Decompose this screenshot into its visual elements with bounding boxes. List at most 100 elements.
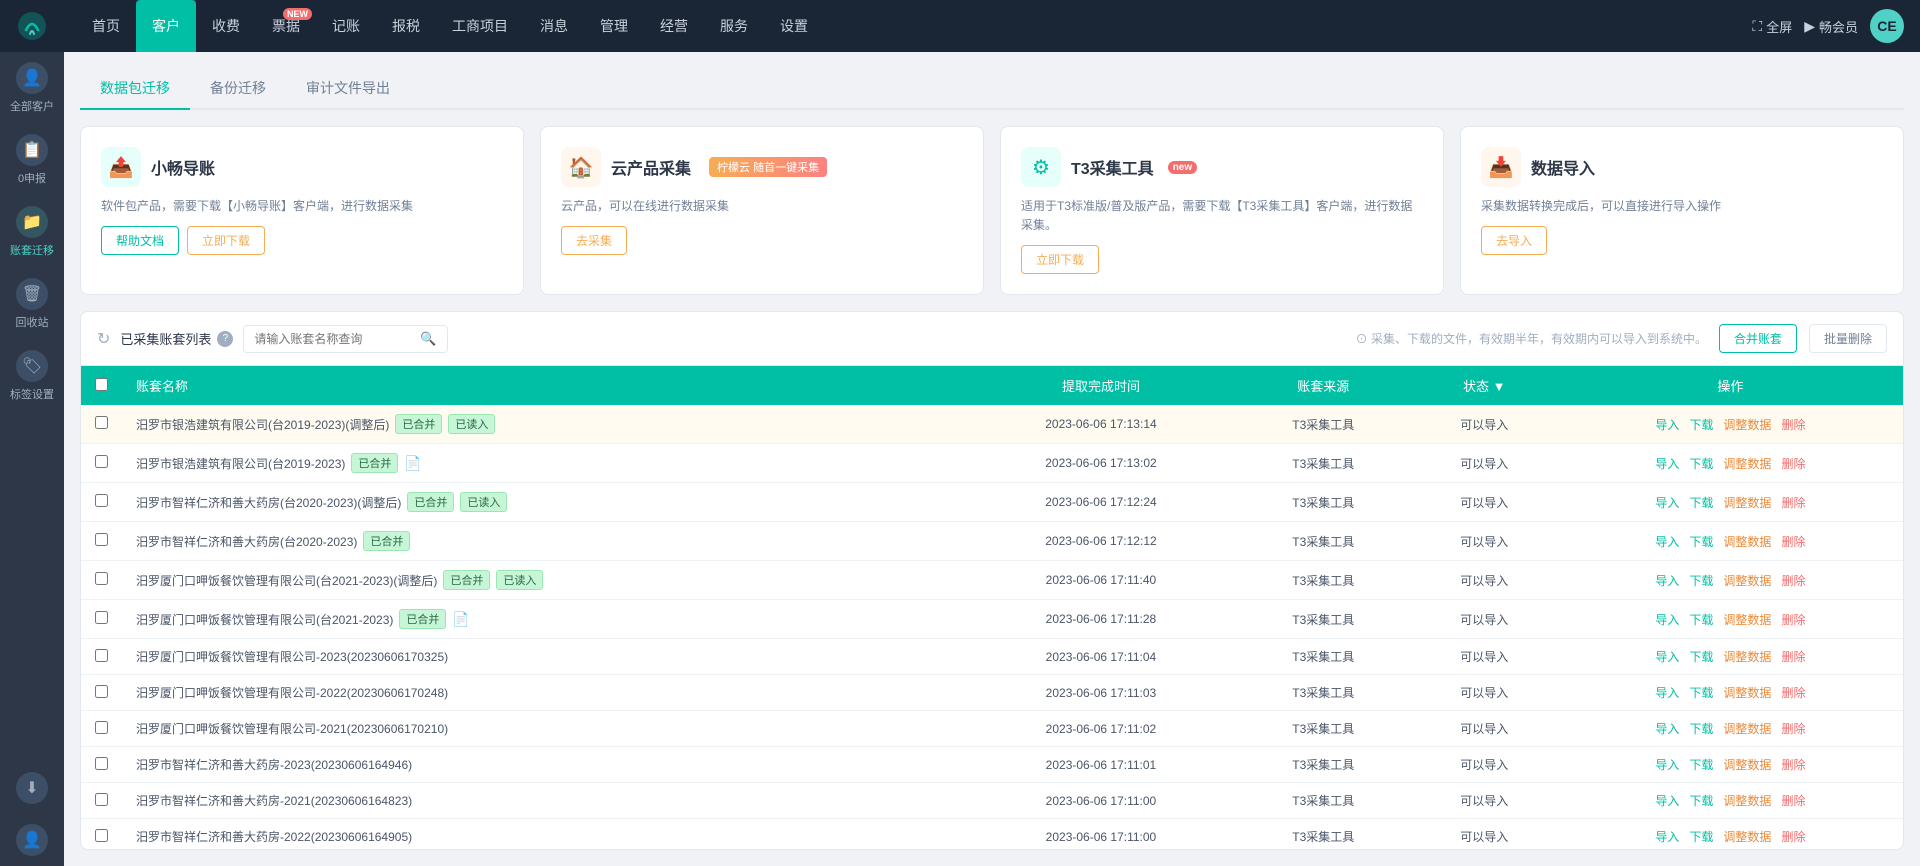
tab-audit-export[interactable]: 审计文件导出 <box>286 68 410 110</box>
row-checkbox[interactable] <box>95 416 108 429</box>
topnav-message[interactable]: 消息 <box>524 0 584 52</box>
action-导入[interactable]: 导入 <box>1655 720 1679 737</box>
action-调整数据[interactable]: 调整数据 <box>1723 611 1771 628</box>
batch-delete-btn[interactable]: 批量删除 <box>1809 324 1887 353</box>
action-下载[interactable]: 下载 <box>1689 416 1713 433</box>
topnav-settings[interactable]: 设置 <box>764 0 824 52</box>
action-删除[interactable]: 删除 <box>1781 756 1805 773</box>
download-now2-btn[interactable]: 立即下载 <box>1021 245 1099 274</box>
app-logo[interactable] <box>0 0 64 52</box>
search-icon[interactable]: 🔍 <box>420 331 436 347</box>
action-下载[interactable]: 下载 <box>1689 533 1713 550</box>
topnav-service[interactable]: 服务 <box>704 0 764 52</box>
topnav-business[interactable]: 工商项目 <box>436 0 524 52</box>
action-导入[interactable]: 导入 <box>1655 533 1679 550</box>
action-下载[interactable]: 下载 <box>1689 494 1713 511</box>
action-调整数据[interactable]: 调整数据 <box>1723 455 1771 472</box>
row-checkbox[interactable] <box>95 757 108 770</box>
topnav-management[interactable]: 管理 <box>584 0 644 52</box>
action-调整数据[interactable]: 调整数据 <box>1723 792 1771 809</box>
action-删除[interactable]: 删除 <box>1781 533 1805 550</box>
action-导入[interactable]: 导入 <box>1655 684 1679 701</box>
fullscreen-btn[interactable]: ⛶ 全屏 <box>1752 17 1792 36</box>
action-调整数据[interactable]: 调整数据 <box>1723 416 1771 433</box>
go-collect-btn[interactable]: 去采集 <box>561 226 627 255</box>
action-下载[interactable]: 下载 <box>1689 828 1713 845</box>
action-下载[interactable]: 下载 <box>1689 720 1713 737</box>
action-调整数据[interactable]: 调整数据 <box>1723 720 1771 737</box>
action-导入[interactable]: 导入 <box>1655 648 1679 665</box>
action-删除[interactable]: 删除 <box>1781 494 1805 511</box>
action-下载[interactable]: 下载 <box>1689 572 1713 589</box>
topnav-bookkeeping[interactable]: 记账 <box>316 0 376 52</box>
help-doc-btn[interactable]: 帮助文档 <box>101 226 179 255</box>
action-删除[interactable]: 删除 <box>1781 684 1805 701</box>
action-删除[interactable]: 删除 <box>1781 572 1805 589</box>
action-下载[interactable]: 下载 <box>1689 756 1713 773</box>
vip-btn[interactable]: ▶ 畅会员 <box>1804 17 1858 36</box>
row-checkbox[interactable] <box>95 721 108 734</box>
topnav-customer[interactable]: 客户 <box>136 0 196 52</box>
action-导入[interactable]: 导入 <box>1655 455 1679 472</box>
sidebar-item-download[interactable]: ⬇ <box>12 762 52 814</box>
topnav-invoice[interactable]: 票据 NEW <box>256 0 316 52</box>
col-status[interactable]: 状态 ▼ <box>1411 366 1558 405</box>
sidebar-item-user[interactable]: 👤 <box>12 814 52 866</box>
download-now1-btn[interactable]: 立即下载 <box>187 226 265 255</box>
action-删除[interactable]: 删除 <box>1781 720 1805 737</box>
action-删除[interactable]: 删除 <box>1781 416 1805 433</box>
action-下载[interactable]: 下载 <box>1689 611 1713 628</box>
avatar[interactable]: CE <box>1870 9 1904 43</box>
row-checkbox[interactable] <box>95 494 108 507</box>
user-icon: 👤 <box>16 824 48 856</box>
action-导入[interactable]: 导入 <box>1655 416 1679 433</box>
action-删除[interactable]: 删除 <box>1781 648 1805 665</box>
row-checkbox[interactable] <box>95 685 108 698</box>
action-删除[interactable]: 删除 <box>1781 455 1805 472</box>
action-调整数据[interactable]: 调整数据 <box>1723 828 1771 845</box>
merge-btn[interactable]: 合并账套 <box>1719 324 1797 353</box>
row-checkbox[interactable] <box>95 533 108 546</box>
action-下载[interactable]: 下载 <box>1689 648 1713 665</box>
search-input[interactable] <box>254 332 414 346</box>
action-调整数据[interactable]: 调整数据 <box>1723 533 1771 550</box>
topnav-billing[interactable]: 收费 <box>196 0 256 52</box>
topnav-home[interactable]: 首页 <box>76 0 136 52</box>
action-调整数据[interactable]: 调整数据 <box>1723 494 1771 511</box>
row-checkbox[interactable] <box>95 455 108 468</box>
action-删除[interactable]: 删除 <box>1781 828 1805 845</box>
action-导入[interactable]: 导入 <box>1655 611 1679 628</box>
select-all-checkbox[interactable] <box>95 378 108 391</box>
go-import-btn[interactable]: 去导入 <box>1481 226 1547 255</box>
sidebar-item-account-migrate[interactable]: 📁 账套迁移 <box>0 196 64 268</box>
action-导入[interactable]: 导入 <box>1655 828 1679 845</box>
topnav-tax[interactable]: 报税 <box>376 0 436 52</box>
tab-data-migrate[interactable]: 数据包迁移 <box>80 68 190 110</box>
action-下载[interactable]: 下载 <box>1689 455 1713 472</box>
row-checkbox[interactable] <box>95 611 108 624</box>
sidebar-item-label-settings[interactable]: 🏷 标签设置 <box>0 340 64 412</box>
action-删除[interactable]: 删除 <box>1781 792 1805 809</box>
action-下载[interactable]: 下载 <box>1689 684 1713 701</box>
refresh-icon[interactable]: ↻ <box>97 329 110 349</box>
sidebar-item-recycle[interactable]: 🗑 回收站 <box>0 268 64 340</box>
action-调整数据[interactable]: 调整数据 <box>1723 756 1771 773</box>
sidebar-item-all-clients[interactable]: 👤 全部客户 <box>0 52 64 124</box>
help-icon[interactable]: ? <box>217 331 233 347</box>
row-checkbox[interactable] <box>95 829 108 842</box>
action-调整数据[interactable]: 调整数据 <box>1723 572 1771 589</box>
row-checkbox[interactable] <box>95 572 108 585</box>
action-导入[interactable]: 导入 <box>1655 494 1679 511</box>
action-导入[interactable]: 导入 <box>1655 756 1679 773</box>
action-下载[interactable]: 下载 <box>1689 792 1713 809</box>
action-调整数据[interactable]: 调整数据 <box>1723 684 1771 701</box>
topnav-operation[interactable]: 经营 <box>644 0 704 52</box>
action-删除[interactable]: 删除 <box>1781 611 1805 628</box>
tab-backup-migrate[interactable]: 备份迁移 <box>190 68 286 110</box>
action-导入[interactable]: 导入 <box>1655 572 1679 589</box>
action-调整数据[interactable]: 调整数据 <box>1723 648 1771 665</box>
action-导入[interactable]: 导入 <box>1655 792 1679 809</box>
sidebar-item-zero-report[interactable]: 📋 0申报 <box>0 124 64 196</box>
row-checkbox[interactable] <box>95 793 108 806</box>
row-checkbox[interactable] <box>95 649 108 662</box>
